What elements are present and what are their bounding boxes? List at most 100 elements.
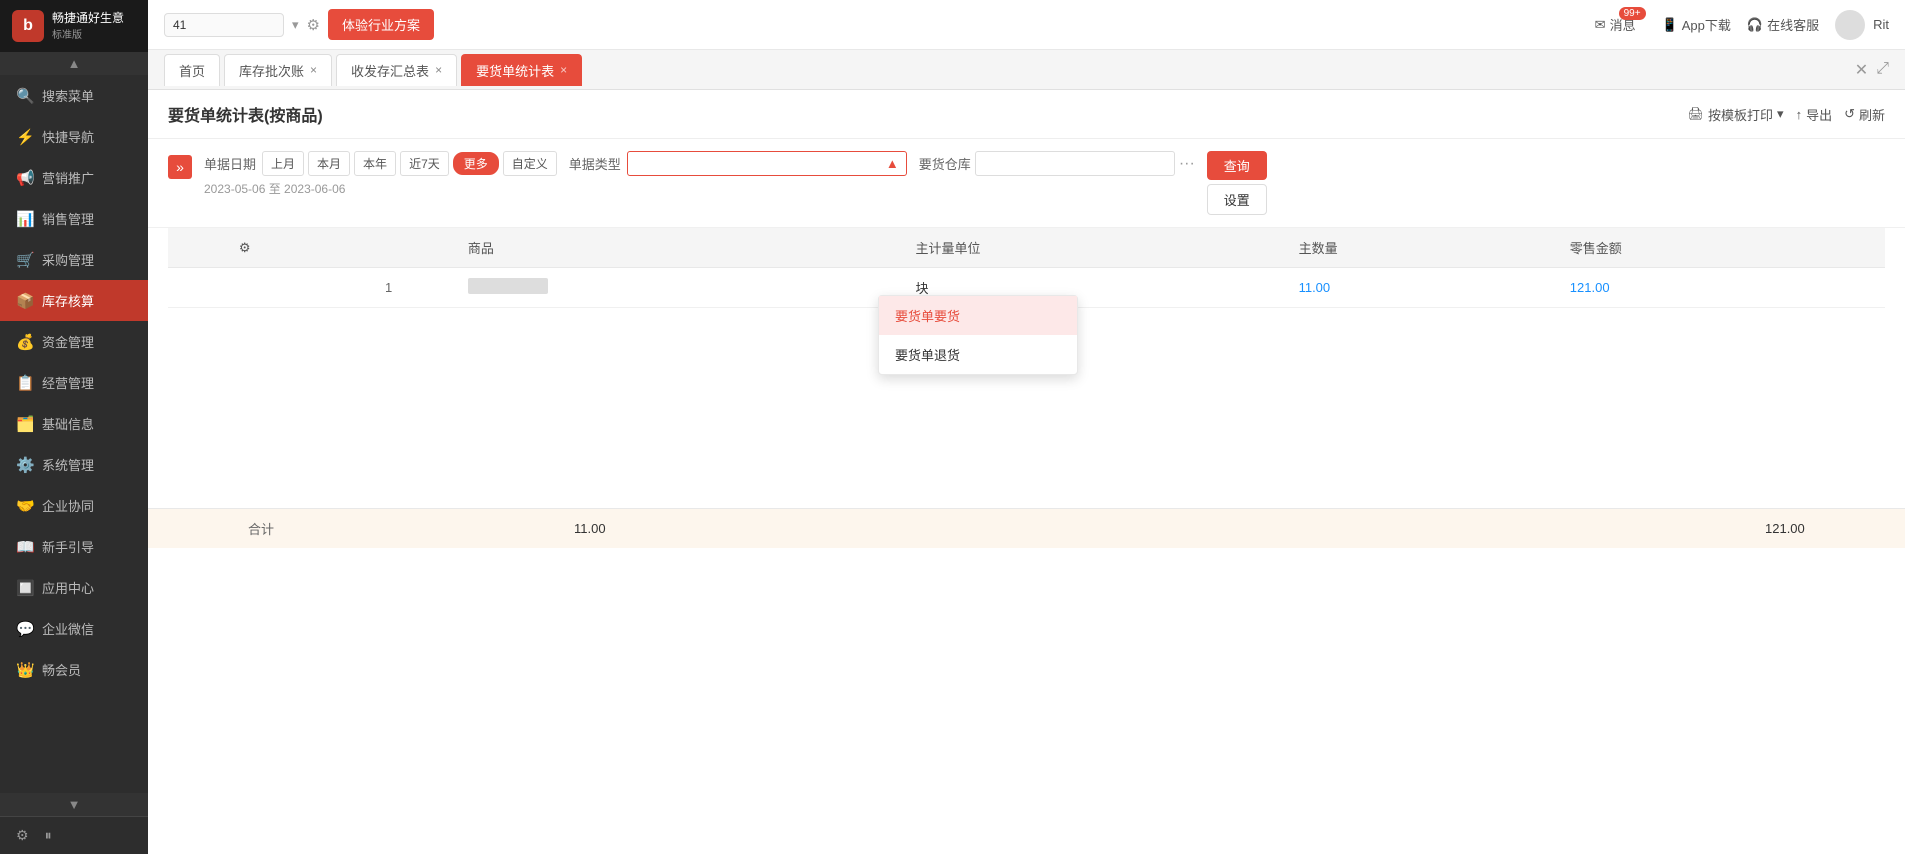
app-logo: b 畅捷通好生意 标准版 (0, 0, 148, 52)
menu-toggle-icon[interactable]: ⏸ (45, 827, 52, 844)
sidebar-item-wechat[interactable]: 💬 企业微信 (0, 608, 148, 649)
sidebar-item-purchase[interactable]: 🛒 采购管理 (0, 239, 148, 280)
tab-expand-icon[interactable]: ⤢ (1876, 60, 1889, 80)
sidebar-scroll-down[interactable]: ▼ (0, 793, 148, 816)
dropdown-arrow-icon[interactable]: ▾ (292, 17, 299, 33)
filter-type-arrow-icon[interactable]: ▲ (886, 156, 899, 171)
topbar-right: ✉ 消息 99+ 📱 App下载 🎧 在线客服 Rit (1595, 10, 1889, 40)
wechat-icon: 💬 (16, 620, 34, 638)
dropdown-item-requisition-order[interactable]: 要货单要货 (879, 296, 1077, 335)
filter-more-icon[interactable]: ··· (1179, 155, 1195, 173)
topbar-left: ▾ ⚙ 体验行业方案 (164, 9, 1583, 40)
col-settings[interactable]: ⚙ (168, 228, 321, 268)
product-placeholder (468, 278, 548, 294)
breadcrumb-search-input[interactable] (164, 13, 284, 37)
guide-icon: 📖 (16, 538, 34, 556)
sidebar-item-apps[interactable]: 🔲 应用中心 (0, 567, 148, 608)
dropdown-item-requisition-return[interactable]: 要货单退货 (879, 335, 1077, 374)
export-label: 导出 (1806, 105, 1832, 124)
date-btn-prev-month[interactable]: 上月 (262, 151, 304, 176)
filter-settings-btn[interactable]: 设置 (1207, 184, 1267, 215)
sidebar-label-apps: 应用中心 (42, 578, 94, 597)
sidebar-label-sales: 销售管理 (42, 209, 94, 228)
sidebar-label-guide: 新手引导 (42, 537, 94, 556)
query-btn[interactable]: 查询 (1207, 151, 1267, 180)
tab-close-all-icon[interactable]: ✕ (1855, 60, 1868, 80)
main-area: ▾ ⚙ 体验行业方案 ✉ 消息 99+ 📱 App下载 🎧 在线客服 Rit (148, 0, 1905, 854)
sidebar-item-search[interactable]: 🔍 搜索菜单 (0, 75, 148, 116)
app-download-label: App下载 (1682, 15, 1731, 34)
date-btn-7days[interactable]: 近7天 (400, 151, 449, 176)
sidebar-item-finance[interactable]: 💰 资金管理 (0, 321, 148, 362)
search-icon: 🔍 (16, 87, 34, 105)
apps-icon: 🔲 (16, 579, 34, 597)
filter-warehouse-input[interactable] (975, 151, 1175, 176)
trial-btn[interactable]: 体验行业方案 (328, 9, 434, 40)
date-btn-this-month[interactable]: 本月 (308, 151, 350, 176)
member-icon: 👑 (16, 661, 34, 679)
dropdown-label-return: 要货单退货 (895, 348, 960, 363)
tab-requisition-close[interactable]: × (560, 63, 567, 77)
tab-batch-label: 库存批次账 (239, 61, 304, 80)
basic-icon: 🗂️ (16, 415, 34, 433)
app-download-item[interactable]: 📱 App下载 (1662, 15, 1731, 34)
tab-requisition[interactable]: 要货单统计表 × (461, 54, 582, 86)
sidebar-item-operation[interactable]: 📋 经营管理 (0, 362, 148, 403)
row-settings-cell (168, 268, 321, 308)
filter-expand-btn[interactable]: » (168, 155, 192, 179)
sidebar-bottom: ⚙ ⏸ (0, 816, 148, 854)
sidebar-label-system: 系统管理 (42, 455, 94, 474)
print-icon: 🖨 (1688, 106, 1705, 122)
sidebar-item-inventory[interactable]: 📦 库存核算 (0, 280, 148, 321)
sidebar-label-basic: 基础信息 (42, 414, 94, 433)
user-avatar-item[interactable]: Rit (1835, 10, 1889, 40)
online-service-item[interactable]: 🎧 在线客服 (1747, 15, 1819, 34)
dropdown-label-order: 要货单要货 (895, 309, 960, 324)
messages-item[interactable]: ✉ 消息 99+ (1595, 15, 1636, 34)
tab-home[interactable]: 首页 (164, 54, 220, 86)
export-icon: ↑ (1796, 107, 1803, 122)
settings-icon[interactable]: ⚙ (16, 827, 29, 844)
sidebar-item-cooperation[interactable]: 🤝 企业协同 (0, 485, 148, 526)
print-label: 按模板打印 (1708, 105, 1773, 124)
operation-icon: 📋 (16, 374, 34, 392)
refresh-btn[interactable]: ↺ 刷新 (1844, 105, 1885, 124)
tab-recv-close[interactable]: × (435, 63, 442, 77)
row-quantity-cell[interactable]: 11.00 (1287, 268, 1558, 308)
filter-date-group: 单据日期 上月 本月 本年 近7天 更多 自定义 (204, 151, 557, 176)
sidebar-item-sales[interactable]: 📊 销售管理 (0, 198, 148, 239)
date-shortcuts: 上月 本月 本年 近7天 更多 自定义 (262, 151, 557, 176)
print-btn[interactable]: 🖨 按模板打印 ▾ (1688, 105, 1784, 124)
sidebar-item-quick[interactable]: ⚡ 快捷导航 (0, 116, 148, 157)
tab-batch[interactable]: 库存批次账 × (224, 54, 332, 86)
sidebar-item-basic[interactable]: 🗂️ 基础信息 (0, 403, 148, 444)
type-label: 单据类型 (569, 154, 621, 173)
sidebar-item-guide[interactable]: 📖 新手引导 (0, 526, 148, 567)
sidebar-label-member: 畅会员 (42, 660, 81, 679)
logo-icon: b (12, 10, 44, 42)
tab-batch-close[interactable]: × (310, 63, 317, 77)
sidebar-scroll-up[interactable]: ▲ (0, 52, 148, 75)
col-settings-icon[interactable]: ⚙ (239, 240, 251, 255)
sidebar-item-member[interactable]: 👑 畅会员 (0, 649, 148, 690)
quick-icon: ⚡ (16, 128, 34, 146)
date-range-text: 2023-05-06 至 2023-06-06 (204, 180, 557, 197)
settings-topbar-icon[interactable]: ⚙ (307, 16, 320, 34)
date-btn-custom[interactable]: 自定义 (503, 151, 557, 176)
sales-icon: 📊 (16, 210, 34, 228)
sidebar-item-system[interactable]: ⚙️ 系统管理 (0, 444, 148, 485)
filter-type-input[interactable] (627, 151, 907, 176)
date-btn-this-year[interactable]: 本年 (354, 151, 396, 176)
tab-recv[interactable]: 收发存汇总表 × (336, 54, 457, 86)
date-btn-more[interactable]: 更多 (453, 152, 499, 175)
col-quantity: 主数量 (1287, 228, 1558, 268)
sidebar-nav: 🔍 搜索菜单 ⚡ 快捷导航 📢 营销推广 📊 销售管理 🛒 采购管理 📦 库存核… (0, 75, 148, 793)
system-icon: ⚙️ (16, 456, 34, 474)
row-product-cell (456, 268, 904, 308)
sidebar-item-marketing[interactable]: 📢 营销推广 (0, 157, 148, 198)
sidebar-label-inventory: 库存核算 (42, 291, 94, 310)
tab-bar: 首页 库存批次账 × 收发存汇总表 × 要货单统计表 × ✕ ⤢ (148, 50, 1905, 90)
row-amount-cell[interactable]: 121.00 (1558, 268, 1885, 308)
cooperation-icon: 🤝 (16, 497, 34, 515)
export-btn[interactable]: ↑ 导出 (1796, 105, 1833, 124)
